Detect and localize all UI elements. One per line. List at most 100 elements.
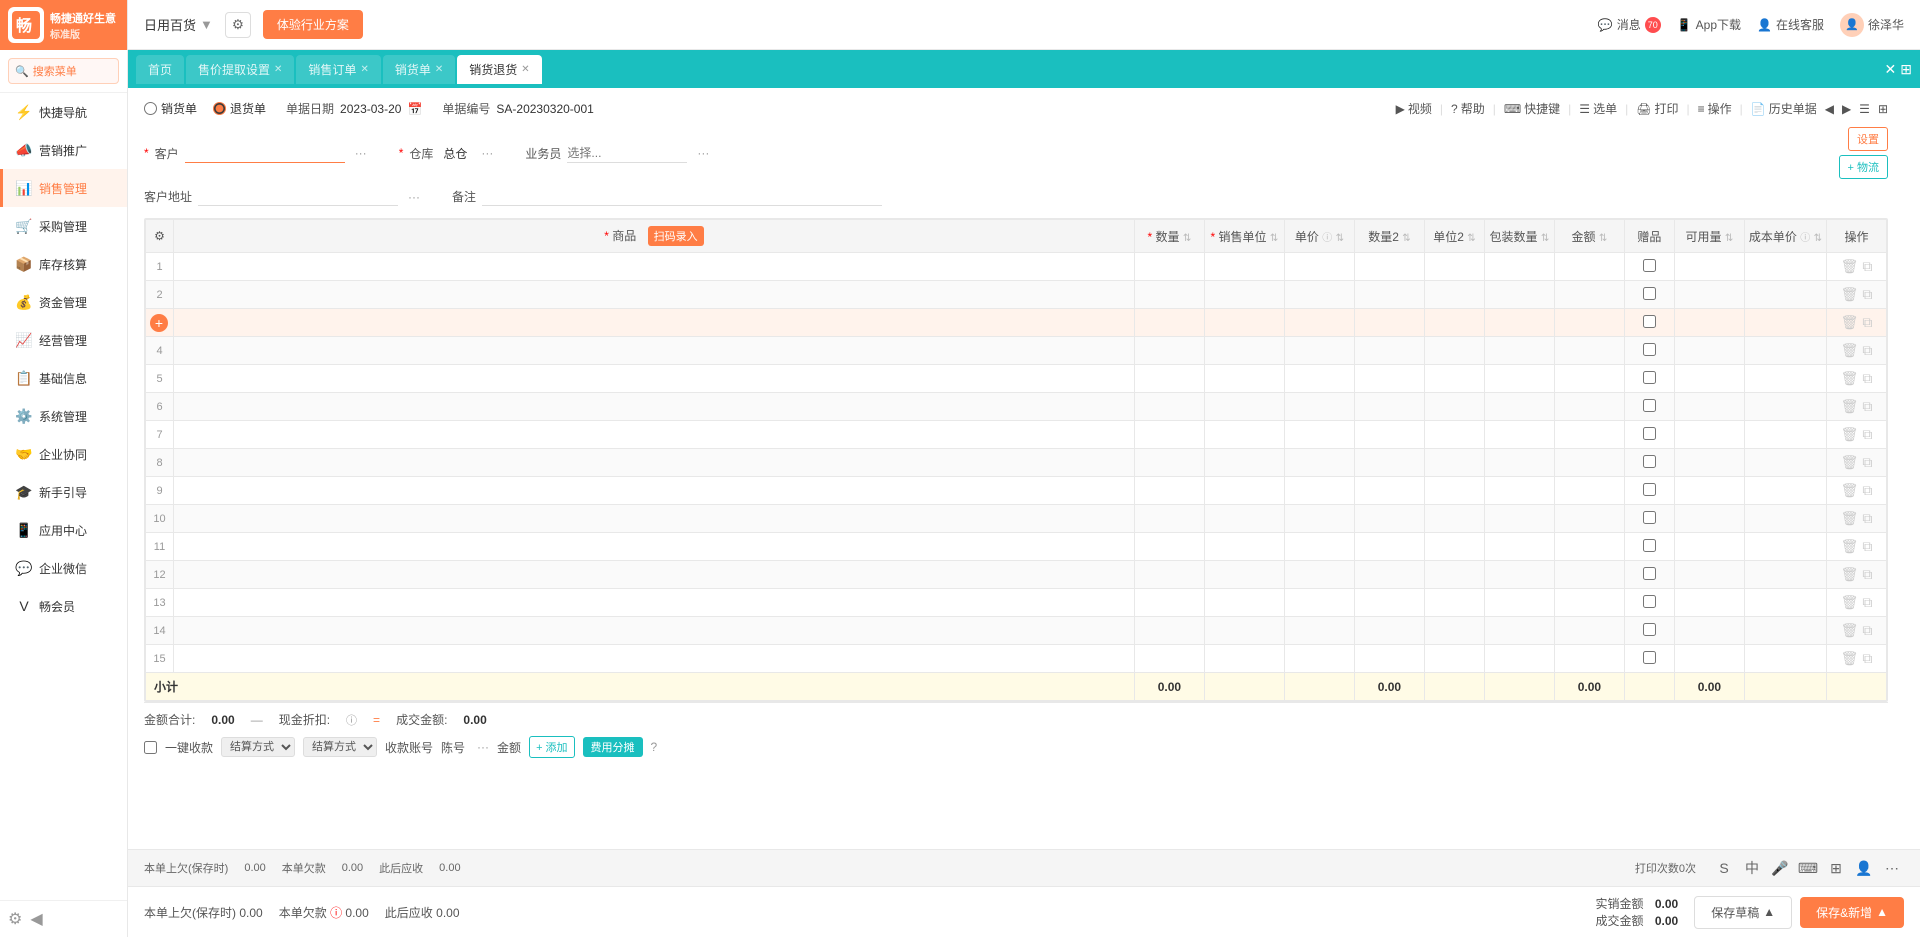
sidebar-item-inventory[interactable]: 📦 库存核算 <box>0 245 127 283</box>
category-selector[interactable]: 日用百货 ▼ <box>144 15 213 34</box>
copy-icon[interactable]: ⧉ <box>1862 538 1872 555</box>
gift-checkbox[interactable] <box>1643 371 1656 384</box>
sort-icon[interactable]: ⇅ <box>1814 233 1822 244</box>
print-btn[interactable]: 🖨 打印 <box>1636 100 1678 117</box>
fee-split-button[interactable]: 费用分摊 <box>583 737 643 757</box>
salesperson-input[interactable] <box>567 144 687 163</box>
gift-checkbox[interactable] <box>1643 399 1656 412</box>
next-btn[interactable]: ▶ <box>1842 102 1851 116</box>
settings-button[interactable]: 设置 <box>1848 127 1888 151</box>
taskbar-mic-icon[interactable]: 🎤 <box>1768 856 1792 880</box>
tab-close-active-icon[interactable]: ✕ <box>521 64 529 75</box>
sidebar-item-enterprise[interactable]: 🤝 企业协同 <box>0 435 127 473</box>
tab-sales-bill[interactable]: 销货单 ✕ <box>383 55 455 84</box>
sidebar-item-basic[interactable]: 📋 基础信息 <box>0 359 127 397</box>
gift-checkbox[interactable] <box>1643 259 1656 272</box>
delete-icon[interactable]: 🗑 <box>1841 370 1859 387</box>
gift-checkbox[interactable] <box>1643 343 1656 356</box>
tab-home[interactable]: 首页 <box>136 55 184 84</box>
copy-icon[interactable]: ⧉ <box>1862 286 1872 303</box>
delete-icon[interactable]: 🗑 <box>1841 538 1859 555</box>
sale-bill-radio-label[interactable]: 销货单 <box>144 100 197 117</box>
customer-input[interactable] <box>185 144 345 163</box>
gift-checkbox[interactable] <box>1643 427 1656 440</box>
copy-icon[interactable]: ⧉ <box>1862 622 1872 639</box>
warehouse-select-dots[interactable]: ··· <box>481 146 493 160</box>
return-bill-radio-label[interactable]: 退货单 <box>213 100 266 117</box>
history-btn[interactable]: 📄 历史单据 <box>1751 100 1817 117</box>
gift-checkbox[interactable] <box>1643 567 1656 580</box>
calendar-icon[interactable]: 📅 <box>407 102 422 116</box>
notification-button[interactable]: 💬 消息 70 <box>1598 16 1661 33</box>
sidebar-item-appcenter[interactable]: 📱 应用中心 <box>0 511 127 549</box>
gift-checkbox[interactable] <box>1643 623 1656 636</box>
sale-bill-radio[interactable] <box>144 102 157 115</box>
sort-icon[interactable]: ⇅ <box>1402 233 1410 244</box>
gift-checkbox[interactable] <box>1643 315 1656 328</box>
delete-icon[interactable]: 🗑 <box>1841 398 1859 415</box>
address-dots[interactable]: ··· <box>408 190 420 204</box>
calc-select[interactable]: 结算方式 <box>303 737 377 757</box>
copy-icon[interactable]: ⧉ <box>1862 342 1872 359</box>
logistics-button[interactable]: + 物流 <box>1839 155 1888 179</box>
copy-icon[interactable]: ⧉ <box>1862 650 1872 667</box>
sidebar-item-wechat[interactable]: 💬 企业微信 <box>0 549 127 587</box>
copy-icon[interactable]: ⧉ <box>1862 482 1872 499</box>
customer-select-dots[interactable]: ··· <box>355 146 367 160</box>
fee-help-icon[interactable]: ? <box>651 740 658 754</box>
gift-checkbox[interactable] <box>1643 595 1656 608</box>
delete-icon[interactable]: 🗑 <box>1841 342 1859 359</box>
sidebar-item-sys[interactable]: ⚙️ 系统管理 <box>0 397 127 435</box>
one-click-collect-checkbox[interactable] <box>144 741 157 754</box>
delete-icon[interactable]: 🗑 <box>1841 594 1859 611</box>
col-settings[interactable]: ⚙ <box>146 220 174 253</box>
sort-icon[interactable]: ⇅ <box>1541 233 1549 244</box>
tab-close-icon[interactable]: ✕ <box>435 64 443 75</box>
taskbar-more-icon[interactable]: ⋯ <box>1880 856 1904 880</box>
gift-checkbox[interactable] <box>1643 483 1656 496</box>
copy-icon[interactable]: ⧉ <box>1862 510 1872 527</box>
shortcut-btn[interactable]: ⌨ 快捷键 <box>1504 100 1560 117</box>
delete-icon[interactable]: 🗑 <box>1841 566 1859 583</box>
sort-icon[interactable]: ⇅ <box>1725 233 1733 244</box>
sidebar-item-guide[interactable]: 🎓 新手引导 <box>0 473 127 511</box>
sidebar-item-member[interactable]: V 畅会员 <box>0 587 127 625</box>
video-btn[interactable]: ▶ 视频 <box>1396 100 1432 117</box>
delete-icon[interactable]: 🗑 <box>1841 622 1859 639</box>
help-btn[interactable]: ? 帮助 <box>1451 100 1485 117</box>
copy-icon[interactable]: ⧉ <box>1862 426 1872 443</box>
copy-icon[interactable]: ⧉ <box>1862 314 1872 331</box>
sort-icon[interactable]: ⇅ <box>1467 233 1475 244</box>
delete-icon[interactable]: 🗑 <box>1841 286 1859 303</box>
tab-sales-return[interactable]: 销货退货 ✕ <box>457 55 541 84</box>
sort-icon[interactable]: ⇅ <box>1599 233 1607 244</box>
prev-btn[interactable]: ◀ <box>1825 102 1834 116</box>
tab-price-settings[interactable]: 售价提取设置 ✕ <box>186 55 294 84</box>
delete-icon[interactable]: 🗑 <box>1841 510 1859 527</box>
cash-discount-info-icon[interactable]: ⓘ <box>346 712 357 728</box>
taskbar-grid-icon[interactable]: ⊞ <box>1824 856 1848 880</box>
close-all-tabs-button[interactable]: ✕ <box>1885 61 1897 78</box>
copy-icon[interactable]: ⧉ <box>1862 454 1872 471</box>
save-new-button[interactable]: 保存&新增 ▲ <box>1800 897 1904 928</box>
remark-input[interactable] <box>482 187 882 206</box>
expand-tabs-button[interactable]: ⊞ <box>1900 61 1912 78</box>
return-bill-radio[interactable] <box>213 102 226 115</box>
sidebar-item-quick-nav[interactable]: ⚡ 快捷导航 <box>0 93 127 131</box>
sidebar-item-purchase-mgmt[interactable]: 🛒 采购管理 <box>0 207 127 245</box>
tab-sales-order[interactable]: 销售订单 ✕ <box>296 55 380 84</box>
delete-icon[interactable]: 🗑 <box>1841 454 1859 471</box>
settings-bottom-icon[interactable]: ⚙ <box>8 909 22 929</box>
search-menu-button[interactable]: 🔍 搜索菜单 <box>8 58 119 84</box>
gift-checkbox[interactable] <box>1643 287 1656 300</box>
collapse-icon[interactable]: ◀ <box>30 909 42 929</box>
sort-icon[interactable]: ⇅ <box>1183 233 1191 244</box>
gift-checkbox[interactable] <box>1643 651 1656 664</box>
taskbar-person-icon[interactable]: 👤 <box>1852 856 1876 880</box>
sidebar-item-sales-mgmt[interactable]: 📊 销售管理 <box>0 169 127 207</box>
delete-icon[interactable]: 🗑 <box>1841 314 1859 331</box>
delete-icon[interactable]: 🗑 <box>1841 426 1859 443</box>
gift-checkbox[interactable] <box>1643 539 1656 552</box>
save-draft-button[interactable]: 保存草稿 ▲ <box>1694 896 1792 929</box>
add-fee-button[interactable]: + 添加 <box>529 736 574 758</box>
